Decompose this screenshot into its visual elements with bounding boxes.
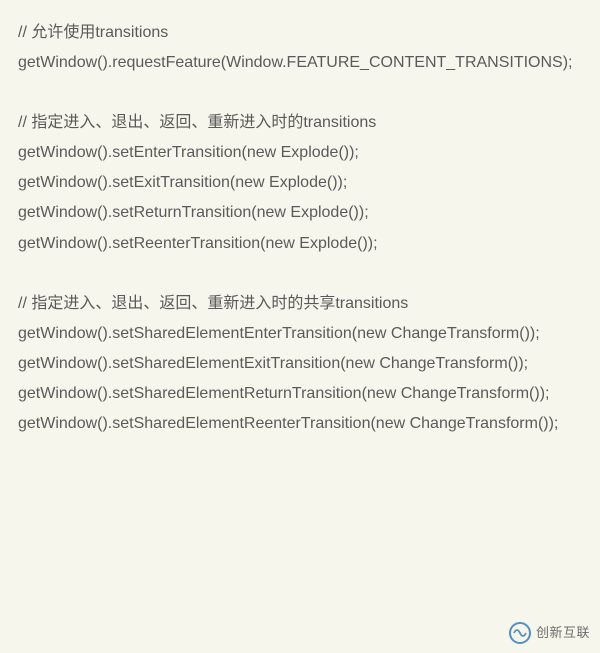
watermark-text: 创新互联 <box>536 621 590 645</box>
watermark: 创新互联 <box>508 621 590 645</box>
watermark-logo-icon <box>508 621 532 645</box>
code-snippet: // 允许使用transitions getWindow().requestFe… <box>18 18 582 439</box>
